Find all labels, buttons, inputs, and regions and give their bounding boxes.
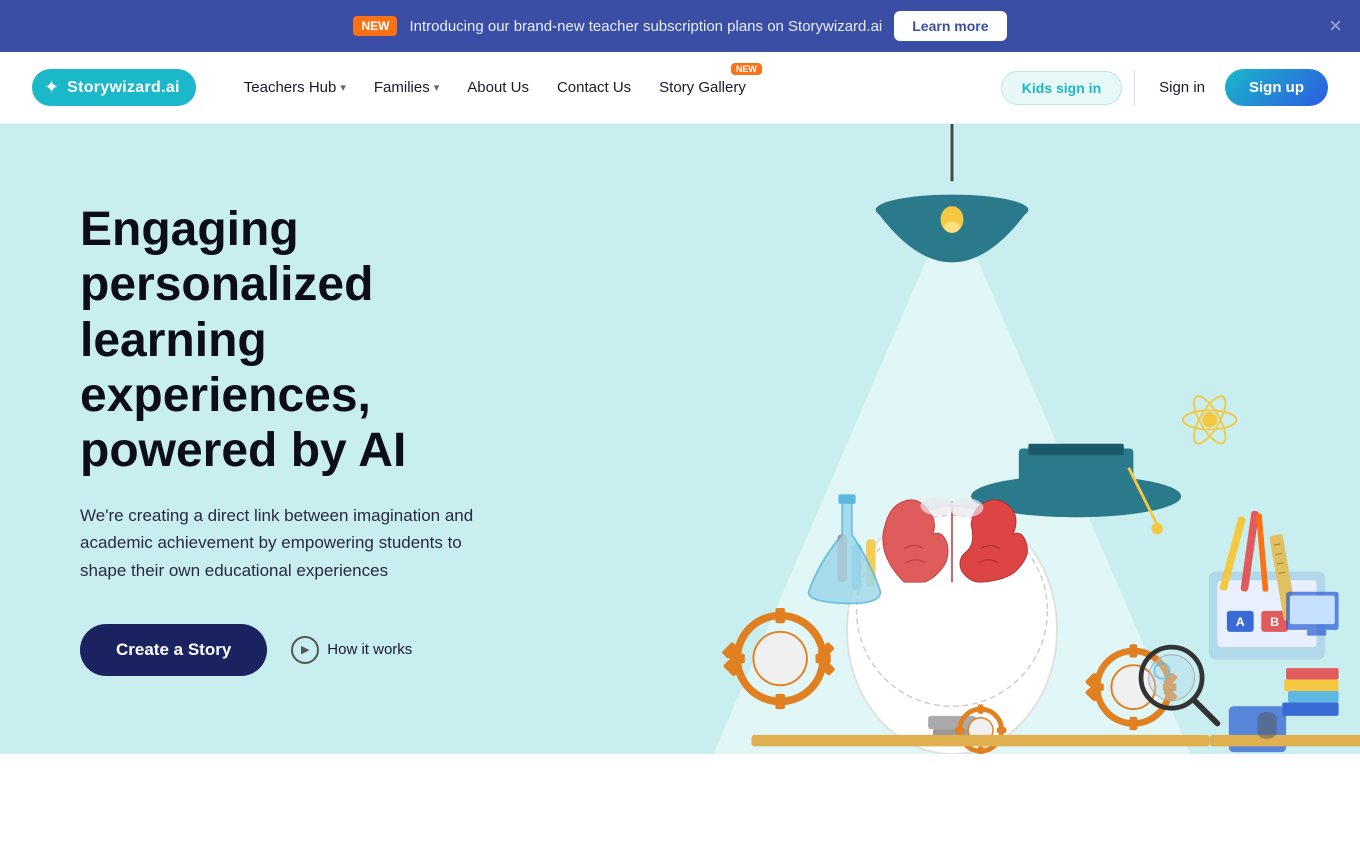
hero-title: Engaging personalized learning experienc… [80,202,500,478]
nav-links: Teachers Hub ▾ Families ▾ About Us Conta… [232,71,993,104]
logo-link[interactable]: ✦ Storywizard.ai [32,69,196,106]
nav-item-contact-us[interactable]: Contact Us [545,71,643,104]
logo-icon: ✦ [44,77,59,98]
how-it-works-label: How it works [327,641,412,658]
play-icon: ▶ [291,636,319,664]
logo-text: Storywizard.ai [67,79,180,97]
hero-actions: Create a Story ▶ How it works [80,624,500,676]
chevron-down-icon: ▾ [434,81,440,94]
nav-item-teachers-hub[interactable]: Teachers Hub ▾ [232,71,358,104]
signup-button[interactable]: Sign up [1225,69,1328,106]
close-banner-button[interactable]: × [1329,15,1342,37]
hero-illustration: A B → [544,124,1360,754]
logo: ✦ Storywizard.ai [32,69,196,106]
hero-subtitle: We're creating a direct link between ima… [80,502,500,584]
banner-text: Introducing our brand-new teacher subscr… [409,18,882,35]
signin-button[interactable]: Sign in [1147,71,1217,104]
nav-label-families: Families [374,79,430,96]
create-story-button[interactable]: Create a Story [80,624,267,676]
nav-label-contact-us: Contact Us [557,79,631,96]
how-it-works-link[interactable]: ▶ How it works [291,636,412,664]
nav-label-about-us: About Us [467,79,529,96]
new-badge: NEW [353,16,397,36]
learn-more-button[interactable]: Learn more [894,11,1006,41]
kids-signin-button[interactable]: Kids sign in [1001,71,1122,105]
hero-svg: A B → [544,124,1360,754]
svg-text:A: A [1236,615,1245,629]
nav-item-families[interactable]: Families ▾ [362,71,451,104]
new-badge-story-gallery: NEW [731,63,762,75]
announcement-banner: NEW Introducing our brand-new teacher su… [0,0,1360,52]
nav-item-about-us[interactable]: About Us [455,71,541,104]
svg-text:B: B [1270,615,1279,629]
hero-content: Engaging personalized learning experienc… [0,142,580,736]
navbar: ✦ Storywizard.ai Teachers Hub ▾ Families… [0,52,1360,124]
nav-actions: Kids sign in Sign in Sign up [1001,69,1328,106]
nav-label-teachers-hub: Teachers Hub [244,79,337,96]
hero-section: Engaging personalized learning experienc… [0,124,1360,754]
nav-label-story-gallery: Story Gallery [659,79,746,96]
nav-divider [1134,70,1135,106]
nav-item-story-gallery[interactable]: Story Gallery NEW [647,71,758,104]
chevron-down-icon: ▾ [340,81,346,94]
